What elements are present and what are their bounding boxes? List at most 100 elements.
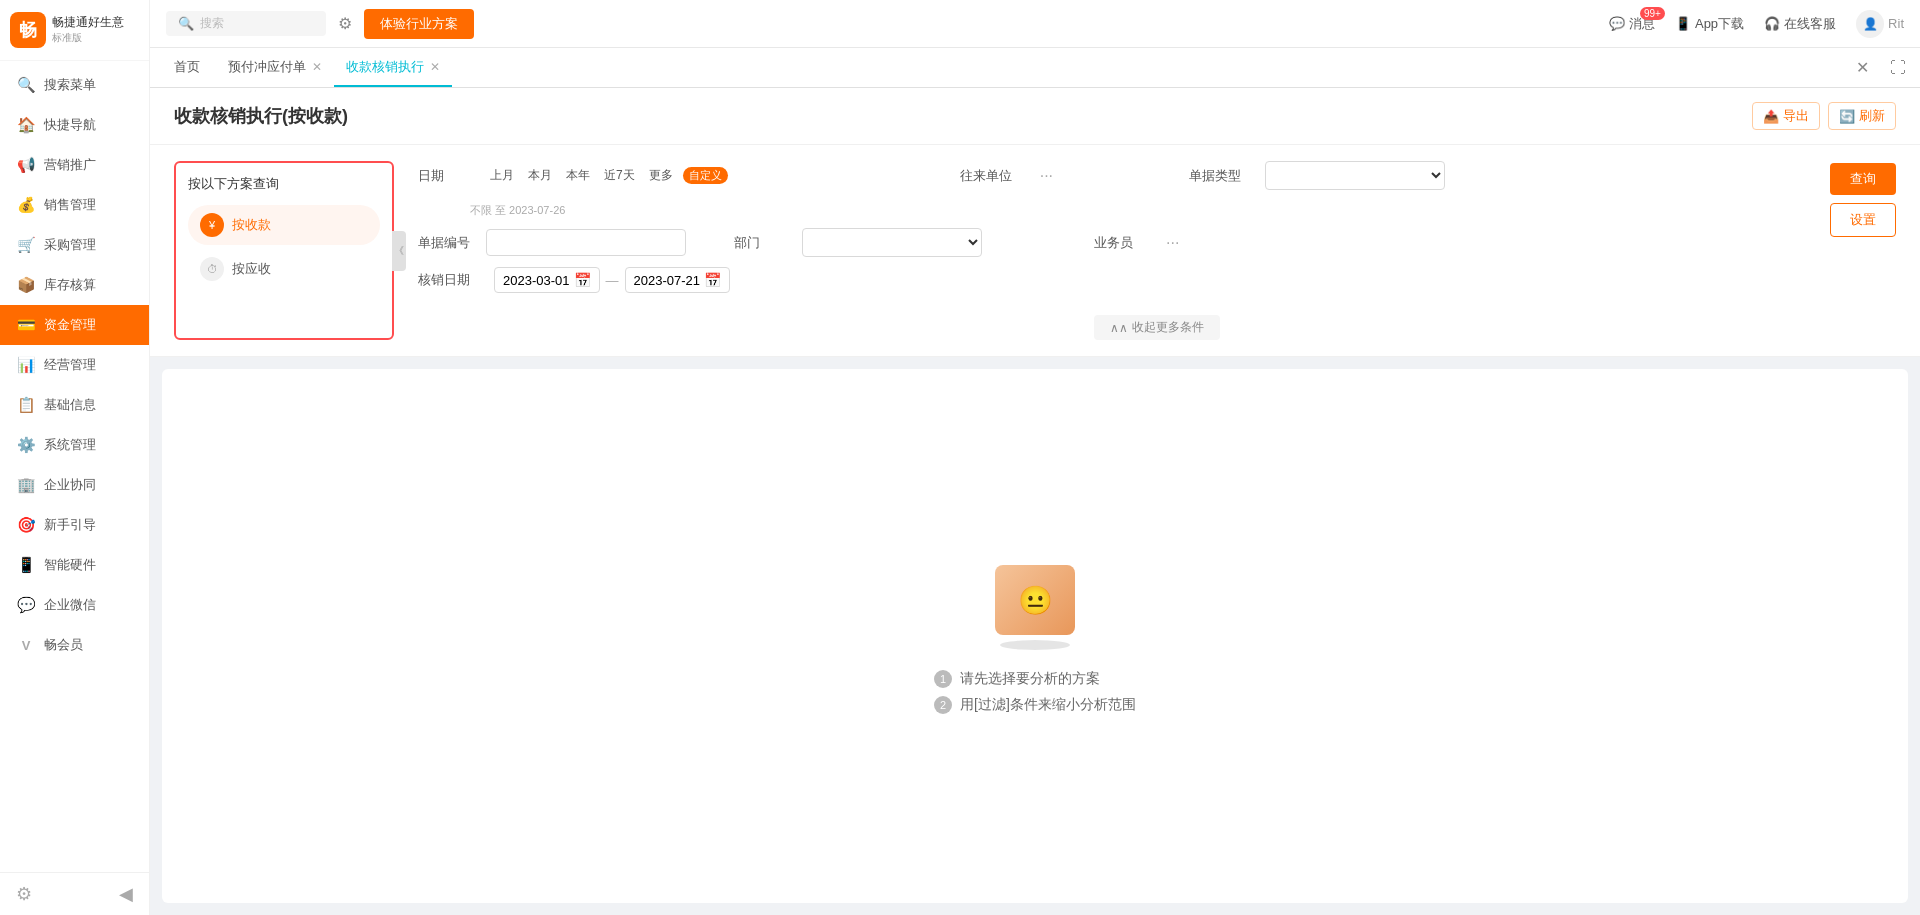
staff-dots: ··· [1162,234,1183,252]
by-receivable-icon: ⏱ [200,257,224,281]
sidebar-item-quick-nav[interactable]: 🏠 快捷导航 [0,105,149,145]
sidebar-item-sales[interactable]: 💰 销售管理 [0,185,149,225]
sidebar-item-marketing[interactable]: 📢 营销推广 [0,145,149,185]
solution-button[interactable]: 体验行业方案 [364,9,474,39]
staff-label: 业务员 [1094,234,1146,252]
date-last-month[interactable]: 上月 [486,165,518,186]
filter-option-by-receipt[interactable]: ¥ 按收款 [188,205,380,245]
export-button[interactable]: 📤 导出 [1752,102,1820,130]
empty-text: 1 请先选择要分析的方案 2 用[过滤]条件来缩小分析范围 [934,670,1136,722]
voucher-no-input[interactable] [486,229,686,256]
enterprise-icon: 🏢 [16,475,36,495]
filter-fields: 日期 上月 本月 本年 近7天 更多 自定义 往来单位 ··· [418,161,1896,340]
date-more[interactable]: 更多 [645,165,677,186]
date-range-divider: — [606,273,619,288]
guide-icon: 🎯 [16,515,36,535]
close-tab-btn[interactable]: ✕ [1848,54,1876,82]
sidebar-item-guide[interactable]: 🎯 新手引导 [0,505,149,545]
empty-shadow [1000,640,1070,650]
member-icon: V [16,635,36,655]
marketing-icon: 📢 [16,155,36,175]
page-header: 收款核销执行(按收款) 📤 导出 🔄 刷新 [150,88,1920,145]
collapse-filter-btn[interactable]: 《 [392,231,406,271]
sidebar-item-hardware[interactable]: 📱 智能硬件 [0,545,149,585]
sidebar-item-member[interactable]: V 畅会员 [0,625,149,665]
message-badge: 99+ [1640,7,1665,20]
page-title: 收款核销执行(按收款) [174,104,348,142]
date-this-year[interactable]: 本年 [562,165,594,186]
export-icon: 📤 [1763,109,1779,124]
department-select[interactable] [802,228,982,257]
topbar-gear-icon[interactable]: ⚙ [338,14,352,33]
user-name: Rit [1888,16,1904,31]
content-area: 收款核销执行(按收款) 📤 导出 🔄 刷新 按以下方案查询 ¥ 按收款 [150,88,1920,915]
page-header-actions: 📤 导出 🔄 刷新 [1752,102,1896,144]
hardware-icon: 📱 [16,555,36,575]
writeoff-start-date-value: 2023-03-01 [503,273,570,288]
online-service-button[interactable]: 🎧 在线客服 [1764,15,1836,33]
message-icon: 💬 [1609,16,1625,31]
empty-state: 😐 1 请先选择要分析的方案 2 用[过滤]条件来缩小分析范围 [162,369,1908,903]
service-icon: 🎧 [1764,16,1780,31]
filter-scheme-selector: 按以下方案查询 ¥ 按收款 ⏱ 按应收 《 [174,161,394,340]
empty-box-icon: 😐 [995,565,1075,635]
collapse-more-row: ∧∧ 收起更多条件 [418,315,1896,340]
setting-button[interactable]: 设置 [1830,203,1896,237]
sidebar-item-basic-info[interactable]: 📋 基础信息 [0,385,149,425]
settings-bottom-icon[interactable]: ⚙ [16,883,32,905]
fullscreen-btn[interactable]: ⛶ [1884,54,1912,82]
filter-panel: 按以下方案查询 ¥ 按收款 ⏱ 按应收 《 日期 [150,145,1920,357]
collapse-more-button[interactable]: ∧∧ 收起更多条件 [1094,315,1220,340]
sidebar-item-inventory[interactable]: 📦 库存核算 [0,265,149,305]
filter-option-by-receivable[interactable]: ⏱ 按应收 [188,249,380,289]
tab-receive-close[interactable]: ✕ [430,60,440,74]
sidebar-item-finance[interactable]: 💳 资金管理 [0,305,149,345]
user-area[interactable]: 👤 Rit [1856,10,1904,38]
logo-sub: 标准版 [52,31,124,45]
sales-icon: 💰 [16,195,36,215]
voucher-type-select[interactable] [1265,161,1445,190]
tab-prepay-close[interactable]: ✕ [312,60,322,74]
tab-receive-writeoff[interactable]: 收款核销执行 ✕ [334,48,452,87]
tab-home[interactable]: 首页 [158,48,216,87]
system-icon: ⚙️ [16,435,36,455]
collapse-sidebar-icon[interactable]: ◀ [119,883,133,905]
topbar-search-placeholder: 搜索 [200,15,224,32]
purchase-icon: 🛒 [16,235,36,255]
sidebar-item-wechat[interactable]: 💬 企业微信 [0,585,149,625]
tab-prepay-orders[interactable]: 预付冲应付单 ✕ [216,48,334,87]
date-label: 日期 [418,167,470,185]
filter-scheme-title: 按以下方案查询 [188,175,380,193]
sidebar-item-operations[interactable]: 📊 经营管理 [0,345,149,385]
sidebar-logo: 畅 畅捷通好生意 标准版 [0,0,149,61]
inventory-icon: 📦 [16,275,36,295]
counterparty-label: 往来单位 [960,167,1020,185]
counterparty-dots: ··· [1036,167,1057,185]
quick-nav-icon: 🏠 [16,115,36,135]
empty-step-1: 1 请先选择要分析的方案 [934,670,1136,688]
date-custom-tag[interactable]: 自定义 [683,167,728,184]
writeoff-date-end-wrap: 2023-07-21 📅 [625,267,731,293]
sidebar-item-enterprise[interactable]: 🏢 企业协同 [0,465,149,505]
topbar-search[interactable]: 🔍 搜索 [166,11,326,36]
writeoff-start-cal-icon[interactable]: 📅 [574,272,591,288]
topbar-search-icon: 🔍 [178,16,194,31]
message-button[interactable]: 💬 消息 99+ [1609,15,1655,33]
refresh-button[interactable]: 🔄 刷新 [1828,102,1896,130]
finance-icon: 💳 [16,315,36,335]
writeoff-end-cal-icon[interactable]: 📅 [704,272,721,288]
app-icon: 📱 [1675,16,1691,31]
step-num-2: 2 [934,696,952,714]
logo-icon: 畅 [10,12,46,48]
sidebar-item-purchase[interactable]: 🛒 采购管理 [0,225,149,265]
sidebar-item-system[interactable]: ⚙️ 系统管理 [0,425,149,465]
app-download-button[interactable]: 📱 App下载 [1675,15,1744,33]
date-7days[interactable]: 近7天 [600,165,639,186]
query-button[interactable]: 查询 [1830,163,1896,195]
sidebar-item-search-menu[interactable]: 🔍 搜索菜单 [0,65,149,105]
empty-illustration: 😐 [975,550,1095,650]
writeoff-end-date-value: 2023-07-21 [634,273,701,288]
basic-info-icon: 📋 [16,395,36,415]
sidebar-bottom: ⚙ ◀ [0,872,149,915]
date-this-month[interactable]: 本月 [524,165,556,186]
